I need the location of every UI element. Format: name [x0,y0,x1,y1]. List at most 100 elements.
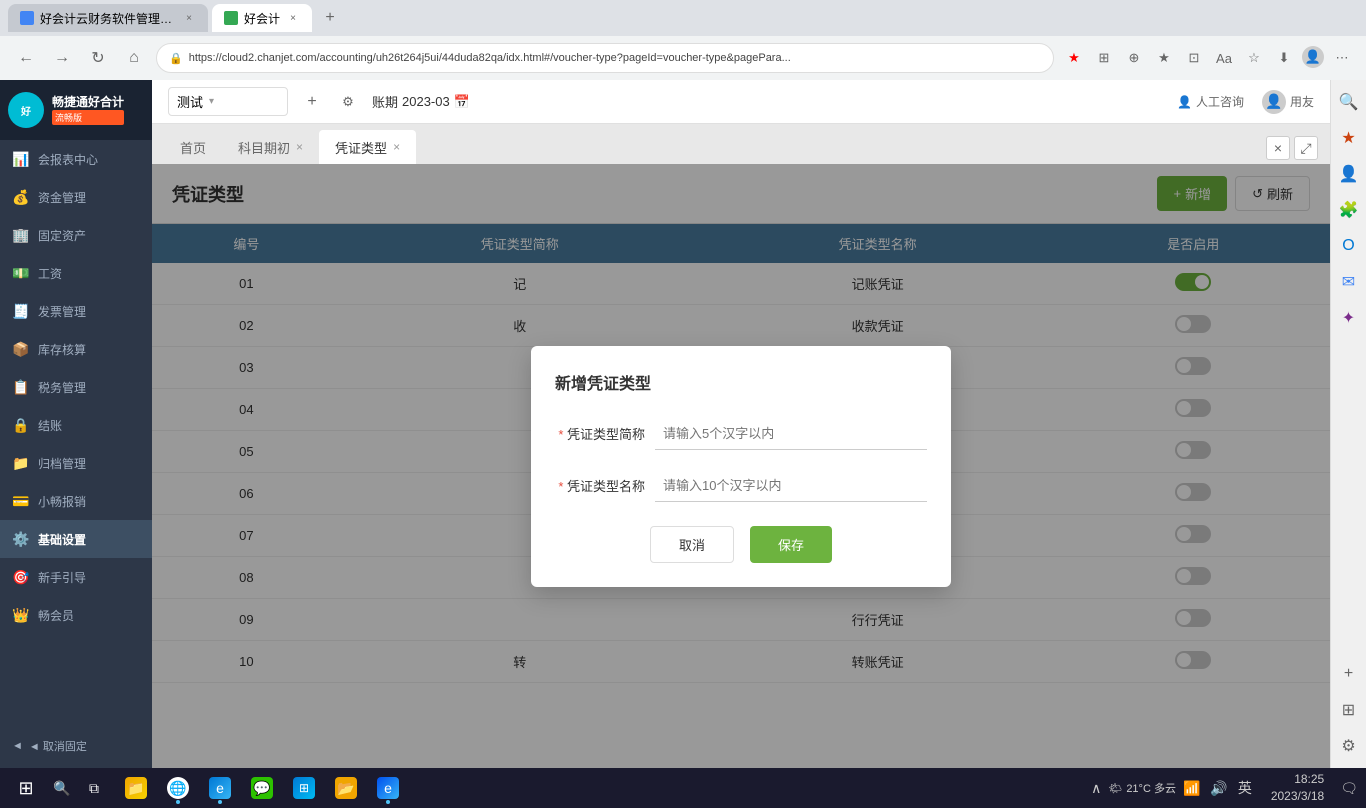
tab-subject-close-icon[interactable]: × [296,140,303,154]
tab-voucher-type[interactable]: 凭证类型 × [319,130,416,164]
right-outlook-icon[interactable]: O [1335,232,1363,260]
taskbar-right: ∧ 🌤 21°C 多云 📶 🔊 英 18:25 2023/3/18 🗨 [1088,771,1358,805]
address-input[interactable]: 🔒 https://cloud2.chanjet.com/accounting/… [156,43,1054,73]
dialog-footer: 取消 保存 [555,526,927,563]
taskbar-app-folder[interactable]: 📂 [326,770,366,806]
profile-icon[interactable]: 👤 [1302,46,1324,68]
sidebar-label-reports: 会报表中心 [38,151,98,168]
workspace-settings-icon[interactable]: ⚙ [336,90,360,114]
forward-button[interactable]: → [48,44,76,72]
period-label: 账期 [372,92,398,111]
taskbar-app-wechat[interactable]: 💬 [242,770,282,806]
sidebar-item-expense[interactable]: 💳 小畅报销 [0,482,152,520]
right-mail-icon[interactable]: ✉ [1335,268,1363,296]
sidebar-item-close[interactable]: 🔒 结账 [0,406,152,444]
dialog-title: 新增凭证类型 [555,370,927,394]
taskbar-notification-button[interactable]: 🗨 [1340,780,1358,797]
tab-close-2[interactable]: × [286,11,300,25]
help-icon: 👤 [1177,95,1192,109]
right-star-icon[interactable]: ★ [1335,124,1363,152]
extension2-icon[interactable]: ⊕ [1122,46,1146,70]
top-bar: 测试 ▾ + ⚙ 账期 2023-03 📅 👤 人工咨询 👤 用友 [152,80,1330,124]
bookmark-icon[interactable]: ★ [1062,46,1086,70]
cancel-button[interactable]: 取消 [650,526,734,563]
guide-icon: 🎯 [12,568,30,586]
taskbar-app-edge[interactable]: e [200,770,240,806]
cancel-pin-button[interactable]: ◄ ◄ 取消固定 [12,732,140,760]
sidebar-label-fixed: 固定资产 [38,227,86,244]
calendar-icon[interactable]: 📅 [454,94,470,110]
sidebar-item-archive[interactable]: 📁 归档管理 [0,444,152,482]
cancel-pin-label: ◄ 取消固定 [29,738,87,754]
right-search-icon[interactable]: 🔍 [1335,88,1363,116]
form-label-name: 凭证类型名称 [555,476,655,495]
taskbar-clock[interactable]: 18:25 2023/3/18 [1263,771,1332,805]
taskbar-apps: 📁 🌐 e 💬 ⊞ 📂 e [116,770,408,806]
right-grid-icon[interactable]: ⊞ [1335,696,1363,724]
taskbar-up-arrow[interactable]: ∧ [1088,780,1104,797]
short-input[interactable] [655,418,927,450]
taskbar-app-explorer[interactable]: 📁 [116,770,156,806]
browser-tab-1[interactable]: 好会计云财务软件管理系统_会计 × [8,4,208,32]
sidebar-item-invoice[interactable]: 🧾 发票管理 [0,292,152,330]
sidebar-item-reports[interactable]: 📊 会报表中心 [0,140,152,178]
sidebar-label-tax: 税务管理 [38,379,86,396]
tab-subject-init[interactable]: 科目期初 × [222,130,319,164]
salary-icon: 💵 [12,264,30,282]
add-workspace-button[interactable]: + [300,90,324,114]
taskbar-search-button[interactable]: 🔍 [48,774,76,802]
tab-subject-init-label: 科目期初 [238,138,290,157]
form-label-short: 凭证类型简称 [555,424,655,443]
right-ai-icon[interactable]: ✦ [1335,304,1363,332]
taskbar-app-store[interactable]: ⊞ [284,770,324,806]
tab-close-1[interactable]: × [182,11,196,25]
right-person-icon[interactable]: 👤 [1335,160,1363,188]
sidebar-item-inventory[interactable]: 📦 库存核算 [0,330,152,368]
sidebar-item-settings[interactable]: ⚙️ 基础设置 [0,520,152,558]
menu-icon[interactable]: ⋯ [1330,46,1354,70]
taskbar-app-chrome[interactable]: 🌐 [158,770,198,806]
taskbar-lang-icon[interactable]: 英 [1235,778,1255,798]
favorites-icon[interactable]: ☆ [1242,46,1266,70]
taskbar-network-icon[interactable]: 📶 [1180,780,1203,797]
name-input[interactable] [655,470,927,502]
close-panel-button[interactable]: × [1266,136,1290,160]
member-icon: 👑 [12,606,30,624]
sidebar-item-capital[interactable]: 💰 资金管理 [0,178,152,216]
save-button[interactable]: 保存 [750,526,832,563]
reload-button[interactable]: ↻ [84,44,112,72]
right-add-icon[interactable]: + [1335,660,1363,688]
close-month-icon: 🔒 [12,416,30,434]
taskbar-multitask-button[interactable]: ⧉ [80,774,108,802]
taskbar-app-edge2[interactable]: e [368,770,408,806]
right-gear-icon[interactable]: ⚙ [1335,732,1363,760]
split-view-icon[interactable]: ⊡ [1182,46,1206,70]
extension3-icon[interactable]: ★ [1152,46,1176,70]
tab-home[interactable]: 首页 [164,130,222,164]
home-button[interactable]: ⌂ [120,44,148,72]
user-button[interactable]: 👤 用友 [1262,90,1314,114]
downloads-icon[interactable]: ⬇ [1272,46,1296,70]
sidebar-item-fixed[interactable]: 🏢 固定资产 [0,216,152,254]
sidebar-logo: 好 畅捷通好合计 流畅版 [0,80,152,140]
workspace-selector[interactable]: 测试 ▾ [168,87,288,116]
browser-tab-2[interactable]: 好会计 × [212,4,312,32]
start-button[interactable]: ⊞ [8,770,44,806]
weather-icon: 🌤 [1108,782,1122,795]
sidebar-item-guide[interactable]: 🎯 新手引导 [0,558,152,596]
sidebar-item-salary[interactable]: 💵 工资 [0,254,152,292]
sidebar-label-archive: 归档管理 [38,455,86,472]
extension1-icon[interactable]: ⊞ [1092,46,1116,70]
expand-panel-button[interactable]: ⤢ [1294,136,1318,160]
sidebar-item-member[interactable]: 👑 畅会员 [0,596,152,634]
new-tab-button[interactable]: + [316,4,344,32]
help-button[interactable]: 👤 人工咨询 [1167,89,1254,114]
sidebar-item-tax[interactable]: 📋 税务管理 [0,368,152,406]
address-icons: ★ ⊞ ⊕ ★ ⊡ Aa ☆ ⬇ 👤 ⋯ [1062,46,1354,70]
taskbar-volume-icon[interactable]: 🔊 [1207,780,1230,797]
tab-voucher-close-icon[interactable]: × [393,140,400,154]
right-puzzle-icon[interactable]: 🧩 [1335,196,1363,224]
period-value: 2023-03 [402,94,450,109]
back-button[interactable]: ← [12,44,40,72]
reading-icon[interactable]: Aa [1212,46,1236,70]
